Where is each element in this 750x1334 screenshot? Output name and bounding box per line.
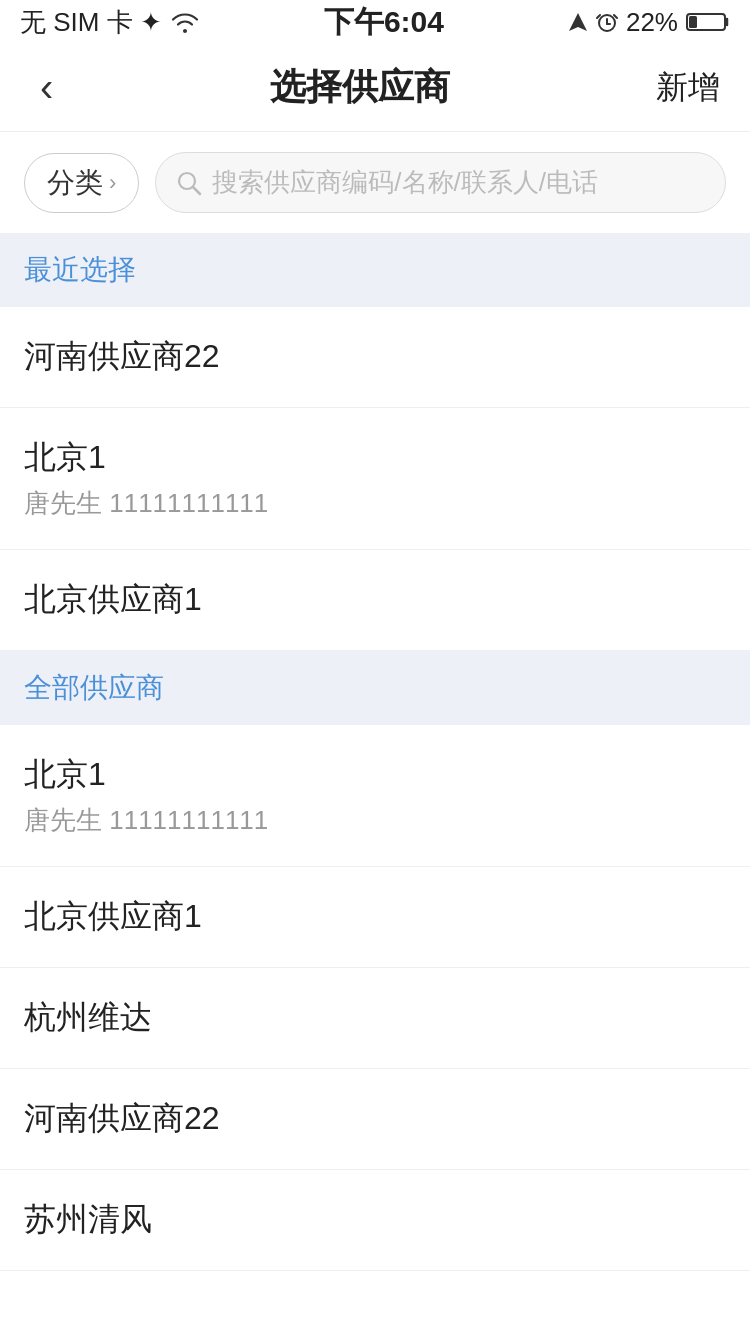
location-icon	[568, 12, 588, 32]
search-placeholder: 搜索供应商编码/名称/联系人/电话	[212, 165, 598, 200]
supplier-name: 河南供应商22	[24, 335, 726, 379]
recent-list: 河南供应商22 北京1 唐先生 11111111111 北京供应商1	[0, 307, 750, 651]
page-title: 选择供应商	[270, 63, 450, 112]
battery-icon	[686, 11, 730, 33]
supplier-name: 北京1	[24, 436, 726, 480]
recent-section-header: 最近选择	[0, 233, 750, 307]
supplier-name: 杭州维达	[24, 996, 726, 1040]
wifi-icon	[170, 11, 200, 33]
all-list-item[interactable]: 北京1 唐先生 11111111111	[0, 725, 750, 867]
supplier-name: 北京供应商1	[24, 895, 726, 939]
svg-line-6	[193, 187, 200, 194]
supplier-name: 北京1	[24, 753, 726, 797]
recent-list-item[interactable]: 北京供应商1	[0, 550, 750, 651]
all-list-item[interactable]: 北京供应商1	[0, 867, 750, 968]
supplier-sub: 唐先生 11111111111	[24, 803, 726, 838]
chevron-right-icon: ›	[109, 170, 116, 196]
all-suppliers-list: 北京1 唐先生 11111111111 北京供应商1 杭州维达河南供应商22 苏州清风	[0, 725, 750, 1271]
all-list-item[interactable]: 河南供应商22	[0, 1069, 750, 1170]
supplier-name: 北京供应商1	[24, 578, 726, 622]
no-sim-text: 无 SIM 卡 ✦	[20, 5, 162, 40]
search-icon	[176, 170, 202, 196]
recent-list-item[interactable]: 北京1 唐先生 11111111111	[0, 408, 750, 550]
all-section-header: 全部供应商	[0, 651, 750, 725]
supplier-name: 河南供应商22	[24, 1097, 726, 1141]
filter-bar: 分类 › 搜索供应商编码/名称/联系人/电话	[0, 132, 750, 233]
category-label: 分类	[47, 164, 103, 202]
all-list-item[interactable]: 苏州清风	[0, 1170, 750, 1271]
alarm-icon	[596, 11, 618, 33]
status-bar: 无 SIM 卡 ✦ 下午6:04 22%	[0, 0, 750, 44]
status-right: 22%	[568, 7, 730, 38]
status-time: 下午6:04	[324, 2, 444, 43]
svg-rect-4	[689, 16, 697, 28]
add-button[interactable]: 新增	[656, 66, 720, 110]
supplier-sub: 唐先生 11111111111	[24, 486, 726, 521]
battery-text: 22%	[626, 7, 678, 38]
search-box[interactable]: 搜索供应商编码/名称/联系人/电话	[155, 152, 726, 213]
recent-list-item[interactable]: 河南供应商22	[0, 307, 750, 408]
status-left: 无 SIM 卡 ✦	[20, 5, 200, 40]
back-button[interactable]: ‹	[30, 55, 63, 120]
supplier-name: 苏州清风	[24, 1198, 726, 1242]
category-button[interactable]: 分类 ›	[24, 153, 139, 213]
nav-bar: ‹ 选择供应商 新增	[0, 44, 750, 132]
all-list-item[interactable]: 杭州维达	[0, 968, 750, 1069]
